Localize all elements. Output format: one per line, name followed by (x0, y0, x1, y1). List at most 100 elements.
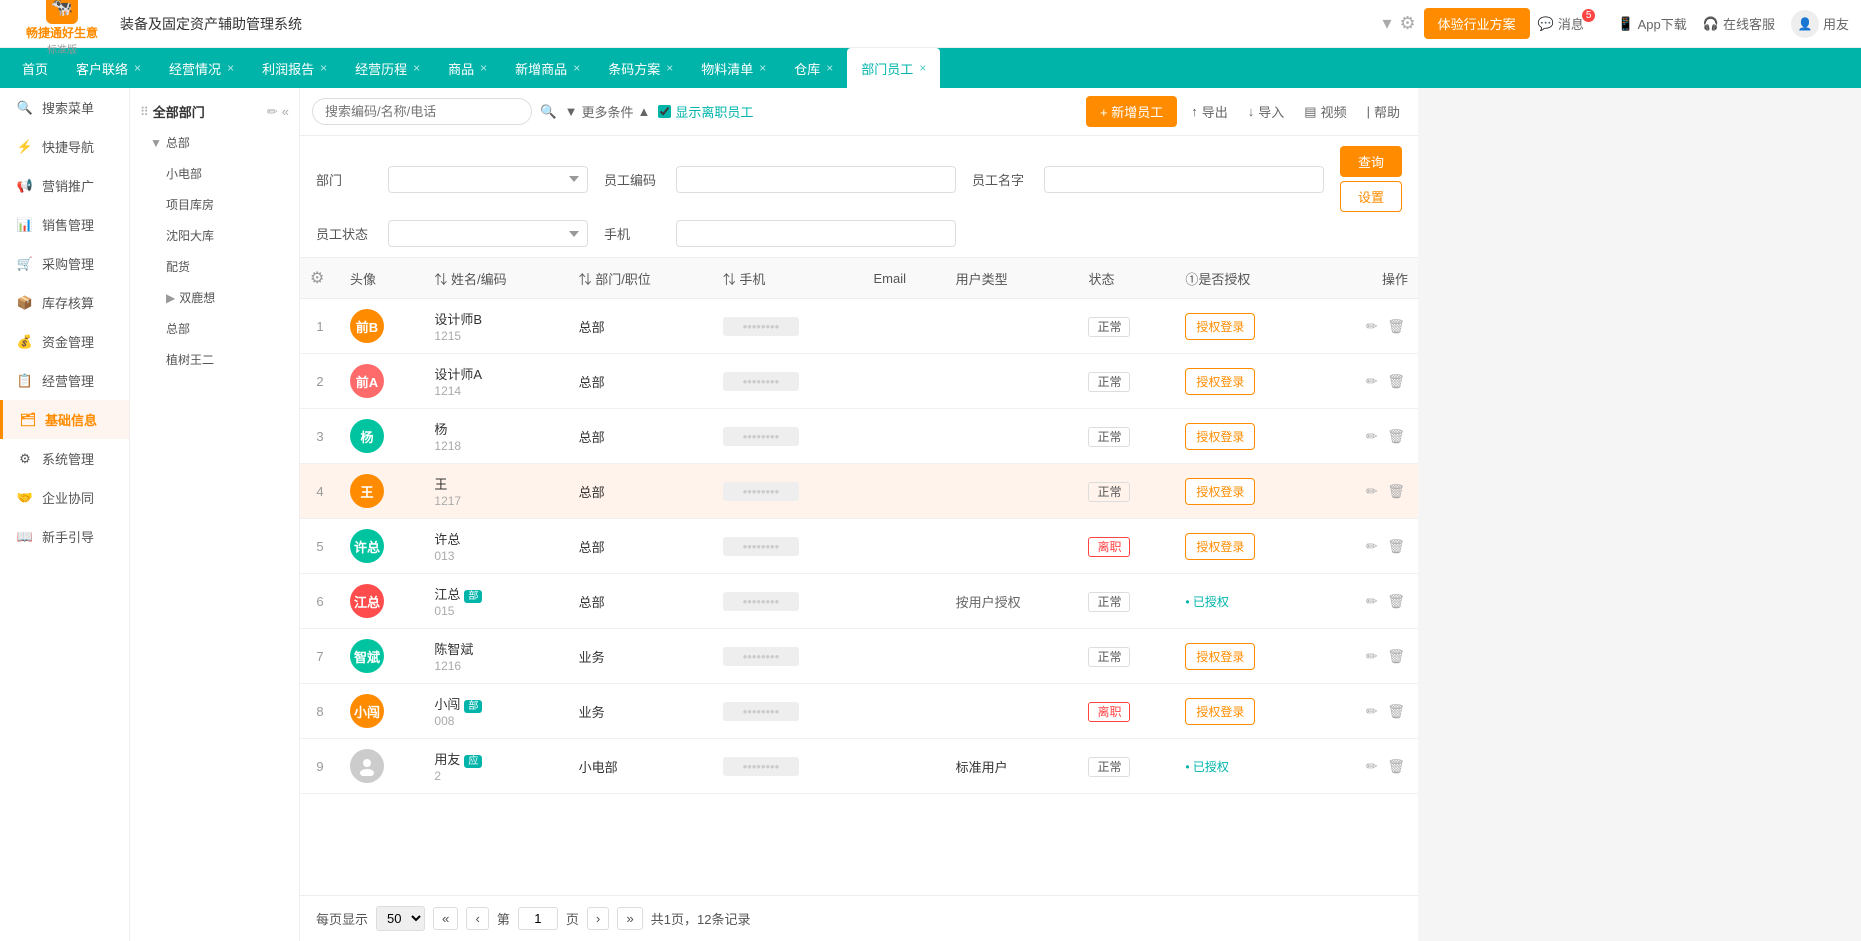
sidebar-item-basic-info[interactable]: 🗂 基础信息 (0, 400, 129, 439)
delete-icon[interactable]: 🗑 (1387, 758, 1405, 774)
settings-icon[interactable]: ⚙ (310, 270, 324, 287)
set-button[interactable]: 设置 (1340, 181, 1402, 212)
query-button[interactable]: 查询 (1340, 146, 1402, 177)
user-btn[interactable]: 👤 用友 (1791, 10, 1849, 38)
edit-icon[interactable]: ✏ (1366, 593, 1378, 609)
tab-barcode[interactable]: 条码方案 × (594, 48, 687, 88)
auth-login-button[interactable]: 授权登录 (1185, 423, 1255, 450)
tab-profit[interactable]: 利润报告 × (248, 48, 341, 88)
delete-icon[interactable]: 🗑 (1387, 648, 1405, 664)
show-resigned-checkbox[interactable] (658, 105, 671, 118)
delete-icon[interactable]: 🗑 (1387, 703, 1405, 719)
system-title-dropdown[interactable]: ▾ (1382, 13, 1391, 34)
auth-login-button[interactable]: 授权登录 (1185, 313, 1255, 340)
close-icon[interactable]: × (227, 61, 234, 75)
more-filter-btn[interactable]: ▼ 更多条件 ▲ (565, 102, 651, 121)
sidebar-item-search[interactable]: 🔍 搜索菜单 (0, 88, 129, 127)
dept-item-zhishu[interactable]: 植树王二 (130, 344, 299, 375)
tab-dept-employee[interactable]: 部门员工 × (847, 48, 940, 88)
delete-icon[interactable]: 🗑 (1387, 318, 1405, 334)
export-btn[interactable]: ↑ 导出 (1185, 102, 1234, 121)
tab-add-goods[interactable]: 新增商品 × (501, 48, 594, 88)
row-auth[interactable]: 授权登录 (1175, 409, 1316, 464)
service-btn[interactable]: 🎧 在线客服 (1703, 14, 1775, 33)
phone-input[interactable] (676, 220, 956, 247)
sidebar-item-marketing[interactable]: 📢 营销推广 (0, 166, 129, 205)
close-icon[interactable]: × (320, 61, 327, 75)
close-icon[interactable]: × (759, 61, 766, 75)
dept-filter-select[interactable] (388, 166, 588, 193)
col-settings[interactable]: ⚙ (300, 258, 340, 299)
edit-icon[interactable]: ✏ (1366, 373, 1378, 389)
sidebar-item-system[interactable]: ⚙ 系统管理 (0, 439, 129, 478)
tab-operation[interactable]: 经营情况 × (155, 48, 248, 88)
edit-icon[interactable]: ✏ (1366, 318, 1378, 334)
tab-home[interactable]: 首页 (8, 48, 62, 88)
dept-item-project-room[interactable]: 项目库房 (130, 189, 299, 220)
dept-item-headquarters[interactable]: 总部 (130, 313, 299, 344)
sidebar-item-guide[interactable]: 📖 新手引导 (0, 517, 129, 556)
row-auth[interactable]: 授权登录 (1175, 299, 1316, 354)
edit-icon[interactable]: ✏ (1366, 648, 1378, 664)
close-icon[interactable]: × (666, 61, 673, 75)
dept-item-distribution[interactable]: 配货 (130, 251, 299, 282)
import-btn[interactable]: ↓ 导入 (1242, 102, 1291, 121)
delete-icon[interactable]: 🗑 (1387, 428, 1405, 444)
first-page-btn[interactable]: « (433, 907, 458, 930)
col-name[interactable]: ⇅ 姓名/编码 (424, 258, 568, 299)
edit-icon[interactable]: ✏ (1366, 483, 1378, 499)
close-icon[interactable]: × (573, 61, 580, 75)
emp-status-select[interactable] (388, 220, 588, 247)
close-icon[interactable]: × (134, 61, 141, 75)
search-button[interactable]: 🔍 (540, 104, 557, 120)
prev-page-btn[interactable]: ‹ (466, 907, 488, 930)
emp-code-input[interactable] (676, 166, 956, 193)
view-btn[interactable]: ▤ 视频 (1298, 102, 1352, 121)
next-page-btn[interactable]: › (587, 907, 609, 930)
col-dept[interactable]: ⇅ 部门/职位 (569, 258, 713, 299)
delete-icon[interactable]: 🗑 (1387, 373, 1405, 389)
per-page-select[interactable]: 50 (376, 906, 425, 931)
dept-collapse-icon[interactable]: « (282, 104, 289, 120)
tab-bom[interactable]: 物料清单 × (687, 48, 780, 88)
sidebar-item-purchase[interactable]: 🛒 采购管理 (0, 244, 129, 283)
row-auth[interactable]: 授权登录 (1175, 354, 1316, 409)
sidebar-item-inventory[interactable]: 📦 库存核算 (0, 283, 129, 322)
auth-login-button[interactable]: 授权登录 (1185, 643, 1255, 670)
dept-item-shenyang[interactable]: 沈阳大库 (130, 220, 299, 251)
sidebar-item-operation[interactable]: 📋 经营管理 (0, 361, 129, 400)
help-btn[interactable]: | 帮助 (1361, 102, 1406, 121)
page-number-input[interactable] (518, 907, 558, 930)
edit-icon[interactable]: ✏ (1366, 758, 1378, 774)
row-auth[interactable]: 授权登录 (1175, 519, 1316, 574)
dept-item-small-elec[interactable]: 小电部 (130, 158, 299, 189)
close-icon[interactable]: × (826, 61, 833, 75)
close-icon[interactable]: × (480, 61, 487, 75)
tab-customer[interactable]: 客户联络 × (62, 48, 155, 88)
dept-item-main[interactable]: ▼ 总部 (130, 127, 299, 158)
add-employee-button[interactable]: + 新增员工 (1086, 96, 1177, 127)
sidebar-item-nav[interactable]: ⚡ 快捷导航 (0, 127, 129, 166)
edit-icon[interactable]: ✏ (1366, 538, 1378, 554)
auth-login-button[interactable]: 授权登录 (1185, 478, 1255, 505)
trial-btn[interactable]: 体验行业方案 (1424, 8, 1530, 39)
app-download-btn[interactable]: 📱 App下载 (1617, 14, 1686, 33)
tab-goods[interactable]: 商品 × (434, 48, 501, 88)
tab-history[interactable]: 经营历程 × (341, 48, 434, 88)
row-auth[interactable]: 授权登录 (1175, 629, 1316, 684)
auth-login-button[interactable]: 授权登录 (1185, 368, 1255, 395)
col-phone[interactable]: ⇅ 手机 (713, 258, 864, 299)
last-page-btn[interactable]: » (617, 907, 642, 930)
show-resigned-label[interactable]: 显示离职员工 (658, 102, 753, 121)
close-icon[interactable]: × (413, 61, 420, 75)
dept-edit-icon[interactable]: ✏ (267, 104, 278, 120)
sidebar-item-sales[interactable]: 📊 销售管理 (0, 205, 129, 244)
emp-name-input[interactable] (1044, 166, 1324, 193)
edit-icon[interactable]: ✏ (1366, 428, 1378, 444)
delete-icon[interactable]: 🗑 (1387, 593, 1405, 609)
sidebar-item-collab[interactable]: 🤝 企业协同 (0, 478, 129, 517)
search-input[interactable] (312, 98, 532, 125)
delete-icon[interactable]: 🗑 (1387, 538, 1405, 554)
tab-warehouse[interactable]: 仓库 × (780, 48, 847, 88)
msg-btn[interactable]: 💬 消息 5 (1538, 14, 1602, 33)
